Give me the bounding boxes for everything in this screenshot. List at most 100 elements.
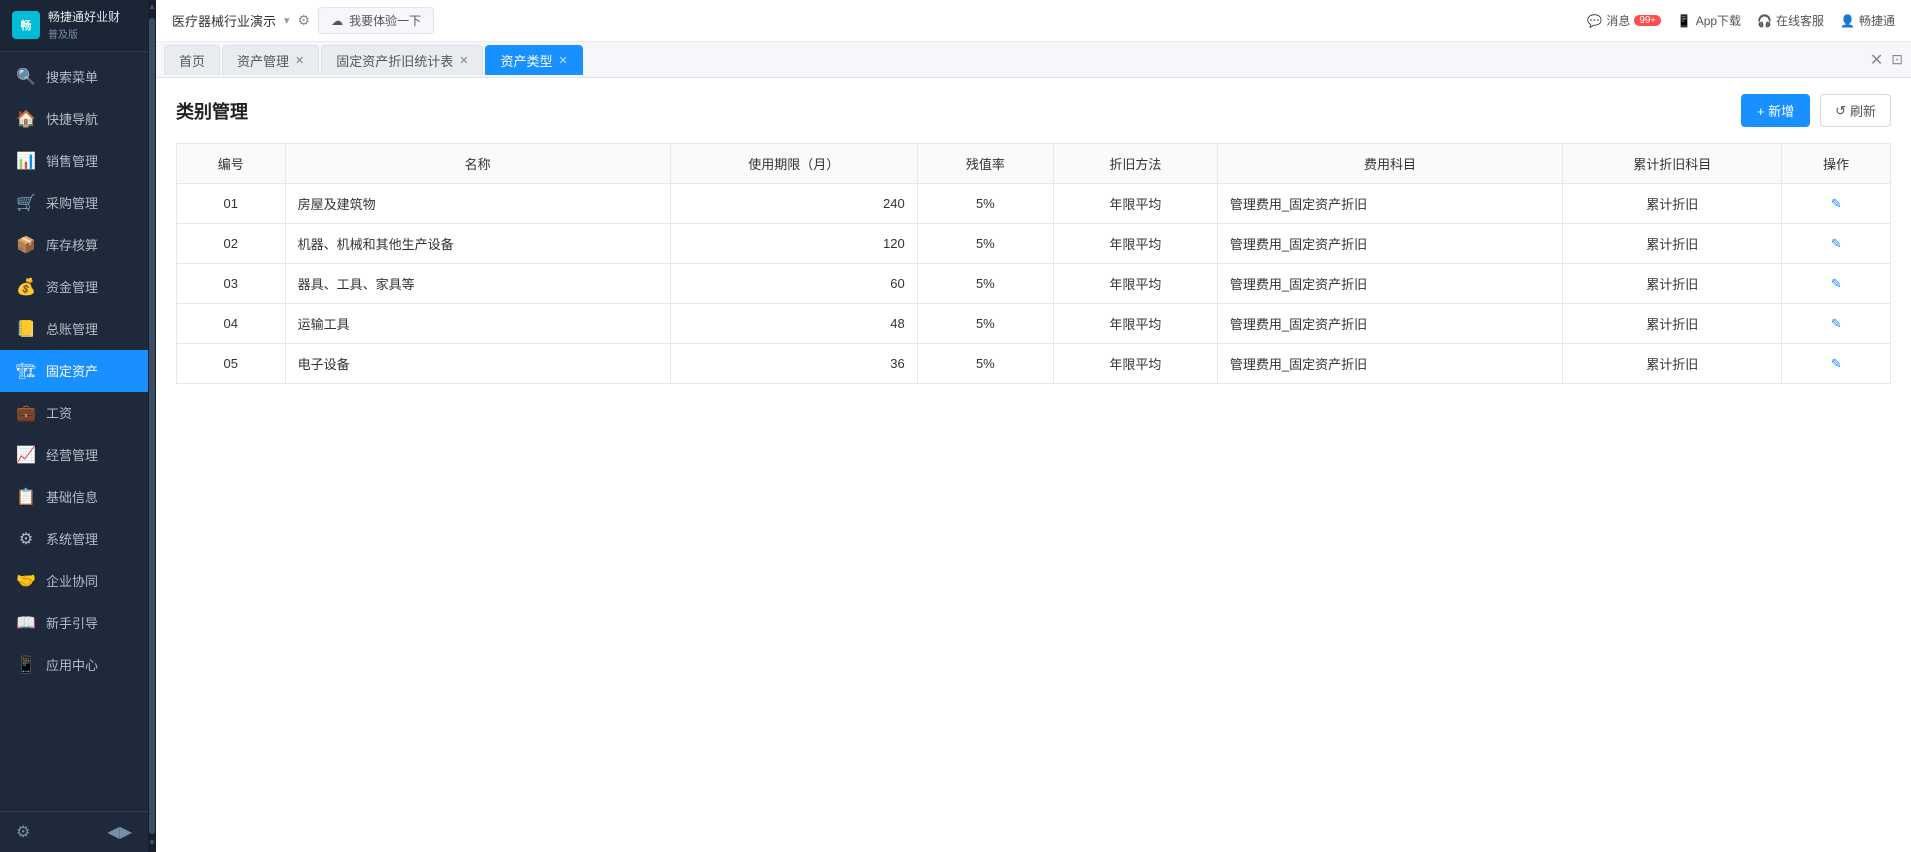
user-item[interactable]: 👤 畅捷通 [1840, 12, 1895, 29]
sidebar-item-business[interactable]: 📈 经营管理 [0, 434, 148, 476]
sidebar-item-enterprise[interactable]: 🤝 企业协同 [0, 560, 148, 602]
nav-label-basic-info: 基础信息 [46, 487, 98, 506]
collapse-icon[interactable]: ◀▶ [107, 822, 132, 842]
new-button[interactable]: + 新增 [1741, 94, 1810, 127]
header-actions: + 新增 ↺ 刷新 [1741, 94, 1891, 127]
table-row: 03器具、工具、家具等605%年限平均管理费用_固定资产折旧累计折旧✎ [177, 264, 1891, 304]
sidebar-item-quick-nav[interactable]: 🏠 快捷导航 [0, 98, 148, 140]
tab-close-asset-type[interactable]: ✕ [559, 54, 568, 67]
sidebar-nav: 🔍 搜索菜单 🏠 快捷导航 📊 销售管理 🛒 采购管理 📦 库存核算 💰 资金管… [0, 52, 148, 811]
sidebar-item-basic-info[interactable]: 📋 基础信息 [0, 476, 148, 518]
page-content: 类别管理 + 新增 ↺ 刷新 编号名称使用期限（月）残值率折旧方法费用科目累计折… [156, 78, 1911, 852]
tab-home[interactable]: 首页 [164, 45, 220, 75]
cell-action-1[interactable]: ✎ [1782, 224, 1891, 264]
tab-label-asset-type: 资产类型 [500, 51, 552, 70]
table-header: 编号名称使用期限（月）残值率折旧方法费用科目累计折旧科目操作 [177, 144, 1891, 184]
nav-icon-sales: 📊 [16, 151, 36, 171]
sidebar-item-guide[interactable]: 📖 新手引导 [0, 602, 148, 644]
nav-icon-fixed-assets: 🏗 [16, 361, 36, 381]
tab-label-home: 首页 [179, 51, 205, 70]
sidebar-item-sales[interactable]: 📊 销售管理 [0, 140, 148, 182]
sidebar-item-purchase[interactable]: 🛒 采购管理 [0, 182, 148, 224]
tab-close-asset-mgmt[interactable]: ✕ [295, 54, 304, 67]
nav-label-business: 经营管理 [46, 445, 98, 464]
cell-salvage-2: 5% [917, 264, 1053, 304]
cell-code-2: 03 [177, 264, 286, 304]
tabbar-actions: ✕ ⊡ [1870, 50, 1903, 70]
cell-name-4: 电子设备 [285, 344, 670, 384]
sidebar-item-salary[interactable]: 💼 工资 [0, 392, 148, 434]
nav-label-enterprise: 企业协同 [46, 571, 98, 590]
nav-icon-quick-nav: 🏠 [16, 109, 36, 129]
sidebar-item-app-center[interactable]: 📱 应用中心 [0, 644, 148, 686]
cell-accum-0: 累计折旧 [1563, 184, 1782, 224]
cell-code-4: 05 [177, 344, 286, 384]
scroll-up-icon[interactable]: ▲ [148, 2, 156, 14]
cell-expense-3: 管理费用_固定资产折旧 [1217, 304, 1562, 344]
notifications-item[interactable]: 💬 消息 99+ [1587, 12, 1660, 29]
col-header-5: 费用科目 [1217, 144, 1562, 184]
cell-action-0[interactable]: ✎ [1782, 184, 1891, 224]
company-dropdown-icon[interactable]: ▾ [284, 14, 290, 27]
cell-name-0: 房屋及建筑物 [285, 184, 670, 224]
nav-label-purchase: 采购管理 [46, 193, 98, 212]
cell-code-3: 04 [177, 304, 286, 344]
tabbar: 首页资产管理✕ 固定资产折旧统计表 ✕ 资产类型 ✕ ✕ ⊡ [156, 42, 1911, 78]
edit-icon-2[interactable]: ✎ [1831, 276, 1842, 291]
nav-icon-ledger: 📒 [16, 319, 36, 339]
sidebar-item-system[interactable]: ⚙ 系统管理 [0, 518, 148, 560]
cell-name-3: 运输工具 [285, 304, 670, 344]
topbar-settings-icon[interactable]: ⚙ [298, 12, 311, 29]
online-service-label: 在线客服 [1776, 12, 1824, 29]
nav-icon-purchase: 🛒 [16, 193, 36, 213]
topbar-right: 💬 消息 99+ 📱 App下载 🎧 在线客服 👤 畅捷通 [1587, 12, 1895, 29]
nav-icon-guide: 📖 [16, 613, 36, 633]
cell-action-2[interactable]: ✎ [1782, 264, 1891, 304]
cell-salvage-3: 5% [917, 304, 1053, 344]
tab-asset-type[interactable]: 资产类型 ✕ [485, 45, 582, 75]
app-download-item[interactable]: 📱 App下载 [1677, 12, 1741, 29]
sidebar-item-fixed-assets[interactable]: 🏗 固定资产 [0, 350, 148, 392]
trial-label: 我要体验一下 [349, 12, 421, 29]
cell-accum-3: 累计折旧 [1563, 304, 1782, 344]
col-header-2: 使用期限（月） [670, 144, 917, 184]
scroll-down-icon[interactable]: ▼ [148, 838, 156, 850]
edit-icon-0[interactable]: ✎ [1831, 196, 1842, 211]
tabbar-close-button[interactable]: ✕ [1870, 50, 1883, 70]
app-title: 畅捷通好业财 [48, 10, 120, 26]
cell-period-4: 36 [670, 344, 917, 384]
edit-icon-4[interactable]: ✎ [1831, 356, 1842, 371]
cell-action-4[interactable]: ✎ [1782, 344, 1891, 384]
cell-salvage-1: 5% [917, 224, 1053, 264]
col-header-4: 折旧方法 [1053, 144, 1217, 184]
refresh-button[interactable]: ↺ 刷新 [1820, 94, 1891, 127]
sidebar-item-capital[interactable]: 💰 资金管理 [0, 266, 148, 308]
tab-asset-mgmt[interactable]: 资产管理✕ [222, 45, 319, 75]
nav-label-guide: 新手引导 [46, 613, 98, 632]
settings-icon[interactable]: ⚙ [16, 822, 30, 842]
cell-period-2: 60 [670, 264, 917, 304]
notifications-icon: 💬 [1587, 14, 1602, 28]
sidebar-item-inventory[interactable]: 📦 库存核算 [0, 224, 148, 266]
refresh-icon: ↺ [1835, 103, 1846, 119]
sidebar-item-search[interactable]: 🔍 搜索菜单 [0, 56, 148, 98]
topbar-left: 医疗器械行业演示 ▾ ⚙ ☁ 我要体验一下 [172, 7, 1587, 34]
tab-label-depreciation-table: 固定资产折旧统计表 [336, 51, 453, 70]
app-edition: 普及版 [48, 26, 120, 41]
scroll-thumb[interactable] [149, 18, 155, 834]
main-content: 医疗器械行业演示 ▾ ⚙ ☁ 我要体验一下 💬 消息 99+ 📱 App下载 🎧 [156, 0, 1911, 852]
tabbar-expand-button[interactable]: ⊡ [1891, 51, 1903, 68]
page-header: 类别管理 + 新增 ↺ 刷新 [176, 94, 1891, 127]
online-service-item[interactable]: 🎧 在线客服 [1757, 12, 1824, 29]
tab-depreciation-table[interactable]: 固定资产折旧统计表 ✕ [321, 45, 483, 75]
trial-button[interactable]: ☁ 我要体验一下 [318, 7, 434, 34]
cell-method-3: 年限平均 [1053, 304, 1217, 344]
cell-action-3[interactable]: ✎ [1782, 304, 1891, 344]
edit-icon-3[interactable]: ✎ [1831, 316, 1842, 331]
sidebar-item-ledger[interactable]: 📒 总账管理 [0, 308, 148, 350]
edit-icon-1[interactable]: ✎ [1831, 236, 1842, 251]
nav-icon-business: 📈 [16, 445, 36, 465]
cell-name-1: 机器、机械和其他生产设备 [285, 224, 670, 264]
table-header-row: 编号名称使用期限（月）残值率折旧方法费用科目累计折旧科目操作 [177, 144, 1891, 184]
tab-close-depreciation-table[interactable]: ✕ [459, 54, 468, 67]
